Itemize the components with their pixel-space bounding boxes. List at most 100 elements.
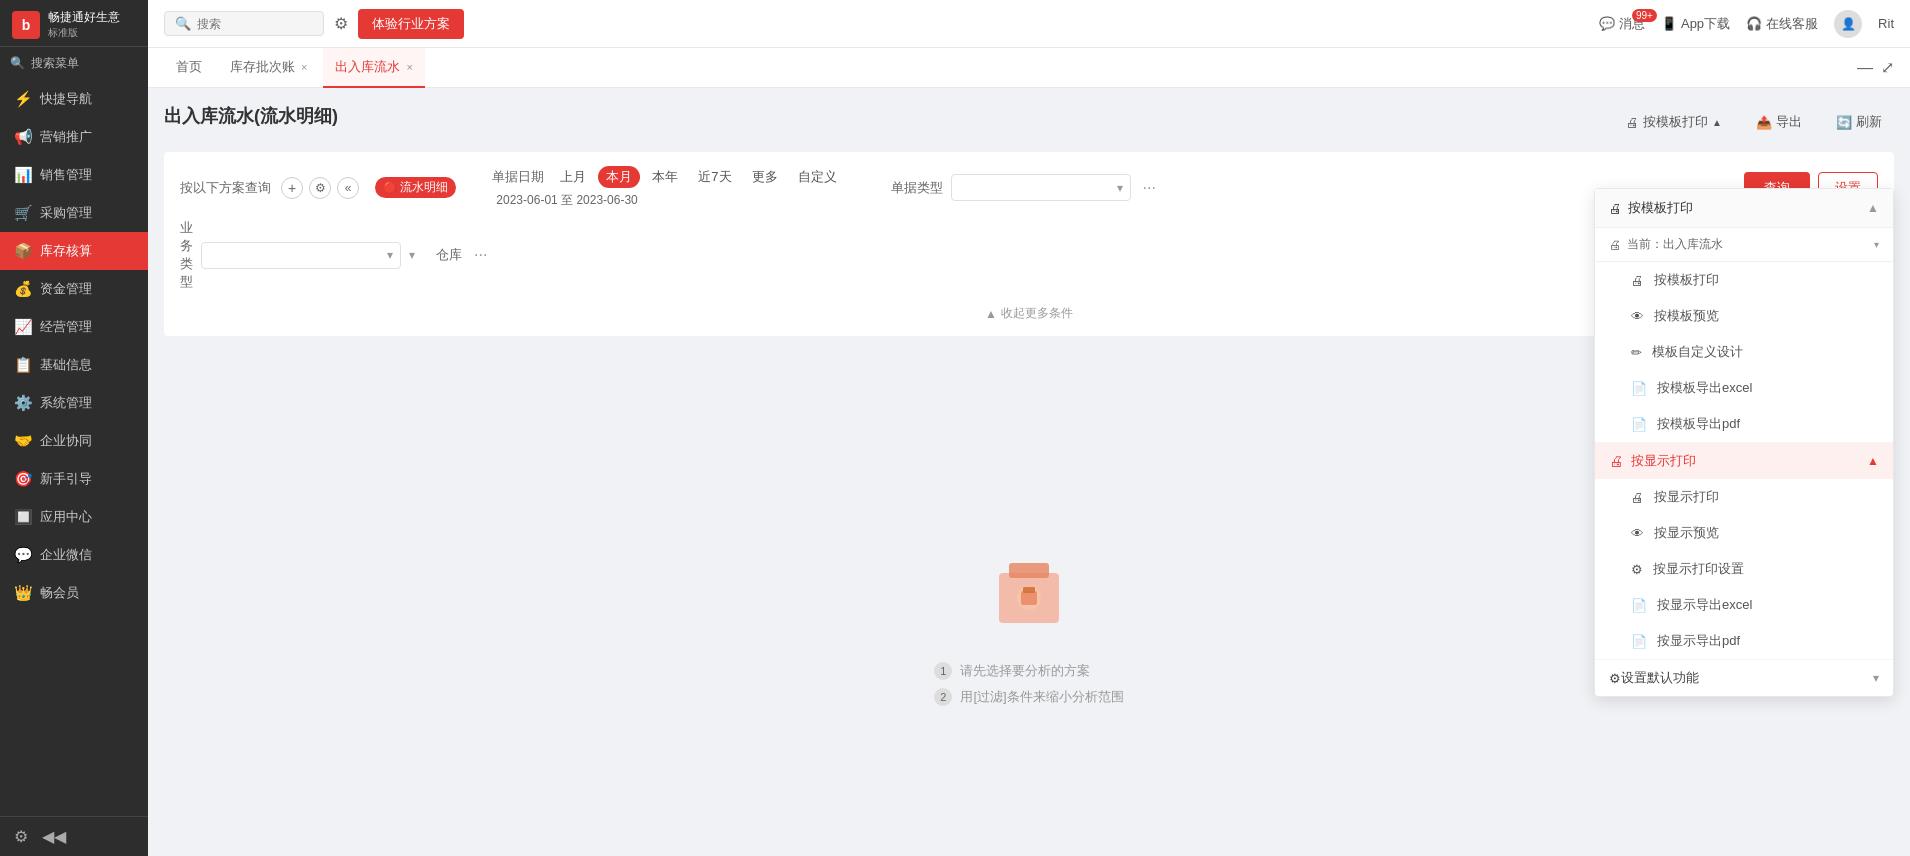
filter-add-btn[interactable]: + [281,177,303,199]
service-button[interactable]: 🎧 在线客服 [1746,15,1818,33]
tab-maximize-btn[interactable]: ⤢ [1881,58,1894,77]
print-icon: 🖨 [1626,115,1639,130]
tab-minimize-btn[interactable]: — [1857,59,1873,77]
collapse-sidebar-icon[interactable]: ◀◀ [42,827,66,846]
sidebar-item-sales[interactable]: 📊 销售管理 [0,156,148,194]
app-download-button[interactable]: 📱 App下载 [1661,15,1730,33]
export-btn[interactable]: 📤 导出 [1744,108,1814,136]
date-btn-custom[interactable]: 自定义 [790,166,845,188]
filter-settings-btn[interactable]: ⚙ [309,177,331,199]
business-type-chevron: ▾ [409,248,415,262]
custom-item-icon: ✏ [1631,345,1642,360]
sidebar-item-collab[interactable]: 🤝 企业协同 [0,422,148,460]
footer-arrow: ▾ [1873,671,1879,685]
dropdown-item-display-preview[interactable]: 👁 按显示预览 [1595,515,1893,551]
refresh-btn[interactable]: 🔄 刷新 [1824,108,1894,136]
sidebar-item-marketing[interactable]: 📢 营销推广 [0,118,148,156]
dropdown-item-template-preview[interactable]: 👁 按模板预览 [1595,298,1893,334]
dropdown-item-display-print-settings[interactable]: ⚙ 按显示打印设置 [1595,551,1893,587]
print-template-btn[interactable]: 🖨 按模板打印 ▲ [1614,108,1734,136]
empty-step-2: 2 用[过滤]条件来缩小分析范围 [934,688,1123,706]
warehouse-more-btn[interactable]: ··· [474,246,487,264]
empty-icon [979,543,1079,643]
current-template-icon: 🖨 [1609,238,1621,252]
sidebar: b 畅捷通好生意 标准版 🔍 搜索菜单 ⚡ 快捷导航 📢 营销推广 📊 销售管理… [0,0,148,856]
member-icon: 👑 [14,584,32,602]
sidebar-item-label: 采购管理 [40,204,92,222]
date-btn-this-month[interactable]: 本月 [598,166,640,188]
tab-in-out-flow[interactable]: 出入库流水 × [323,48,424,88]
search-input[interactable] [197,17,297,31]
date-btn-last-7-days[interactable]: 近7天 [690,166,739,188]
dropdown-item-template-export-pdf[interactable]: 📄 按模板导出pdf [1595,406,1893,442]
tab-in-out-flow-close[interactable]: × [406,61,412,73]
marketing-icon: 📢 [14,128,32,146]
settings-icon[interactable]: ⚙ [14,827,28,846]
doc-type-more-btn[interactable]: ··· [1143,179,1156,197]
sidebar-item-inventory[interactable]: 📦 库存核算 [0,232,148,270]
username-label[interactable]: Rit [1878,16,1894,31]
message-button[interactable]: 💬 消息 99+ [1599,15,1645,33]
print-template-label: 按模板打印 [1643,113,1708,131]
sidebar-item-operations[interactable]: 📈 经营管理 [0,308,148,346]
dropdown-section-display: 🖨 按显示打印 ▲ 🖨 按显示打印 👁 按显示预览 ⚙ 按显示打印设置 [1595,443,1893,660]
filter-collapse-btn[interactable]: « [337,177,359,199]
tab-home-label: 首页 [176,58,202,76]
trial-btn[interactable]: 体验行业方案 [358,9,464,39]
empty-illustration [979,543,1079,646]
sidebar-item-guide[interactable]: 🎯 新手引导 [0,460,148,498]
display-preview-label: 按显示预览 [1654,524,1719,542]
sidebar-item-label: 企业微信 [40,546,92,564]
tab-batch-account-close[interactable]: × [301,61,307,73]
warehouse-field: 仓库 ··· [436,246,487,264]
sidebar-item-finance[interactable]: 💰 资金管理 [0,270,148,308]
guide-icon: 🎯 [14,470,32,488]
sales-icon: 📊 [14,166,32,184]
dropdown-item-display-export-excel[interactable]: 📄 按显示导出excel [1595,587,1893,623]
svg-rect-1 [1009,563,1049,578]
sidebar-item-purchase[interactable]: 🛒 采购管理 [0,194,148,232]
empty-steps: 1 请先选择要分析的方案 2 用[过滤]条件来缩小分析范围 [934,662,1123,706]
main-area: 🔍 ⚙ 体验行业方案 💬 消息 99+ 📱 App下载 🎧 在线客服 👤 Rit [148,0,1910,856]
template-export-excel-label: 按模板导出excel [1657,379,1752,397]
sidebar-item-label: 新手引导 [40,470,92,488]
business-type-label: 业务类型 [180,219,193,291]
sidebar-item-system[interactable]: ⚙️ 系统管理 [0,384,148,422]
dropdown-footer[interactable]: ⚙ 设置默认功能 ▾ [1595,660,1893,696]
dropdown-item-display-print[interactable]: 🖨 按显示打印 [1595,479,1893,515]
dropdown-panel: 🖨 按模板打印 ▲ 🖨 当前：出入库流水 ▾ 🖨 按模板打印 👁 按模板预览 [1594,188,1894,697]
sidebar-search[interactable]: 🔍 搜索菜单 [0,47,148,80]
display-export-pdf-label: 按显示导出pdf [1657,632,1740,650]
sidebar-search-label: 搜索菜单 [31,55,79,72]
collapse-more-btn[interactable]: ▲ 收起更多条件 [985,305,1073,322]
filter-tag[interactable]: 🔴 流水明细 [375,177,456,198]
current-template-arrow[interactable]: ▾ [1874,239,1879,250]
dropdown-collapse-btn[interactable]: ▲ [1867,201,1879,215]
doc-type-select[interactable] [951,174,1131,201]
tab-batch-account[interactable]: 库存批次账 × [218,48,319,88]
dropdown-item-display-export-pdf[interactable]: 📄 按显示导出pdf [1595,623,1893,659]
tab-home[interactable]: 首页 [164,48,214,88]
topbar-search-box[interactable]: 🔍 [164,11,324,36]
sidebar-item-member[interactable]: 👑 畅会员 [0,574,148,612]
dropdown-item-template-custom[interactable]: ✏ 模板自定义设计 [1595,334,1893,370]
dropdown-item-template-print[interactable]: 🖨 按模板打印 [1595,262,1893,298]
template-export-pdf-label: 按模板导出pdf [1657,415,1740,433]
sidebar-item-wechat[interactable]: 💬 企业微信 [0,536,148,574]
date-btn-this-year[interactable]: 本年 [644,166,686,188]
chevron-up-icon: ▲ [985,307,997,321]
app-download-label: App下载 [1681,15,1730,33]
sidebar-item-base[interactable]: 📋 基础信息 [0,346,148,384]
settings-gear-icon[interactable]: ⚙ [334,14,348,33]
sidebar-item-quick-nav[interactable]: ⚡ 快捷导航 [0,80,148,118]
business-type-select[interactable] [201,242,401,269]
date-btn-last-month[interactable]: 上月 [552,166,594,188]
dropdown-group-header-display[interactable]: 🖨 按显示打印 ▲ [1595,443,1893,479]
page-title: 出入库流水(流水明细) [164,104,338,128]
doc-type-label: 单据类型 [891,179,943,197]
dropdown-item-template-export-excel[interactable]: 📄 按模板导出excel [1595,370,1893,406]
sidebar-item-app-center[interactable]: 🔲 应用中心 [0,498,148,536]
tabs-bar: 首页 库存批次账 × 出入库流水 × — ⤢ [148,48,1910,88]
date-btn-more[interactable]: 更多 [744,166,786,188]
export-label: 导出 [1776,113,1802,131]
